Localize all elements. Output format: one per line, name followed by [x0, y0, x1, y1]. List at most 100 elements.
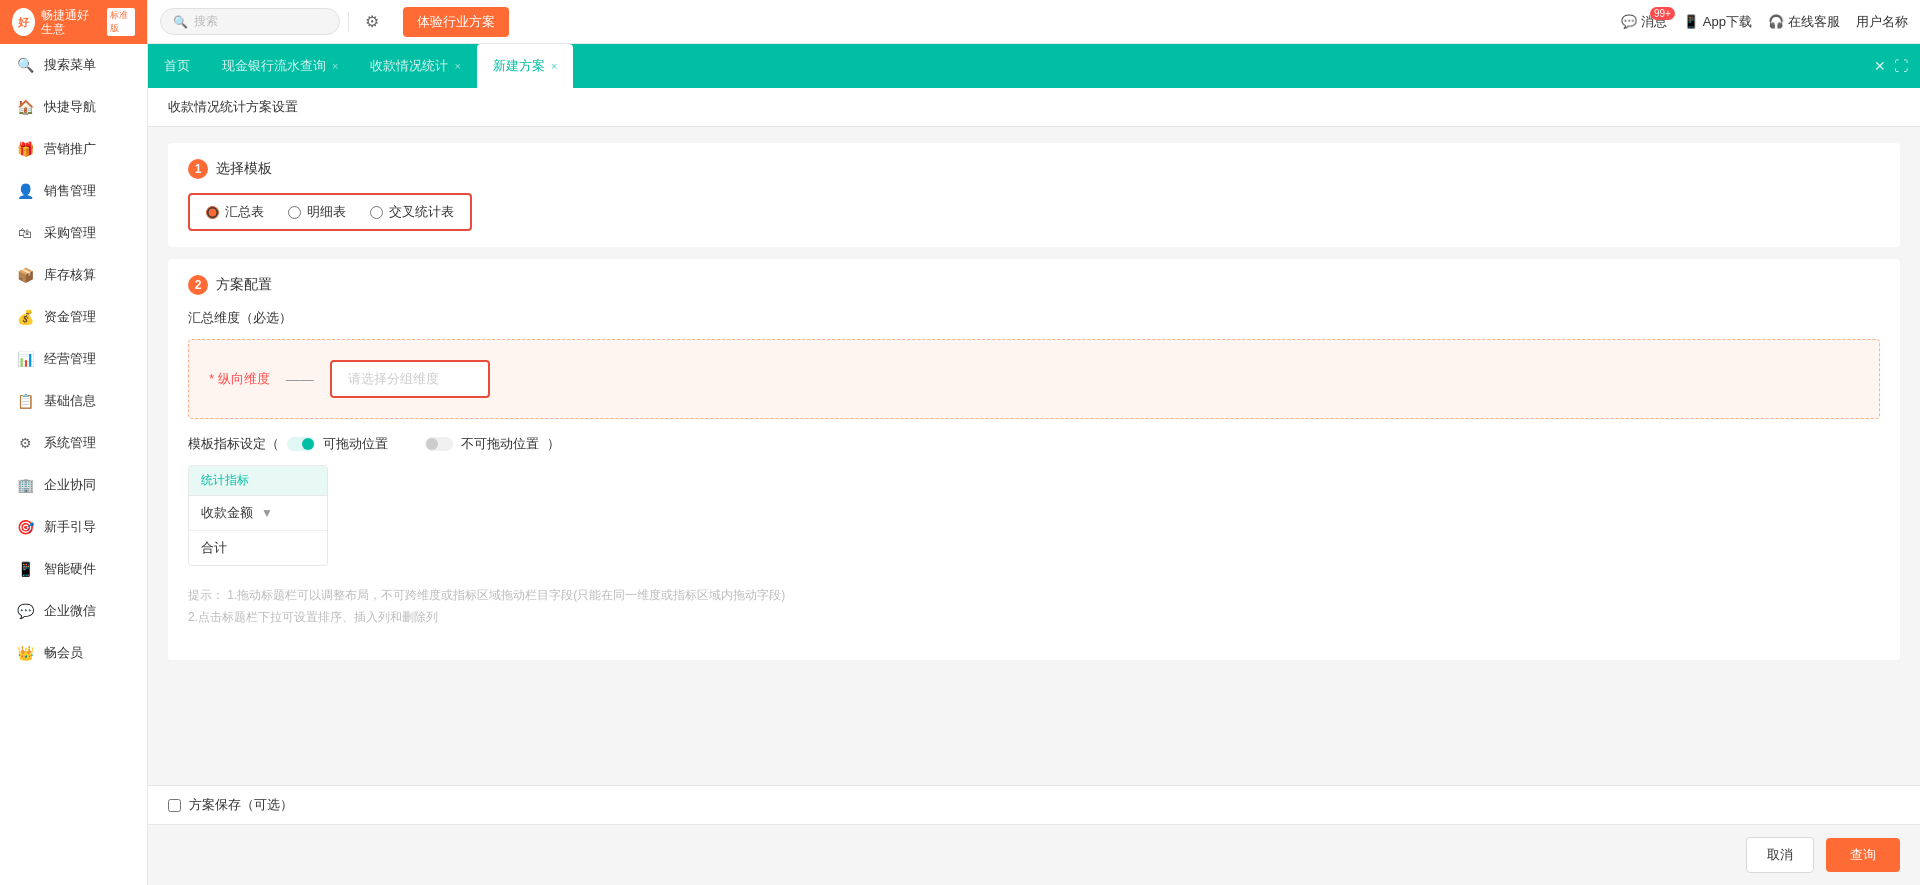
tab-collection-stat[interactable]: 收款情况统计 ×	[354, 44, 476, 88]
box-icon: 📦	[16, 266, 34, 284]
sidebar-logo: 好 畅捷通好生意 标准版	[0, 0, 147, 44]
sidebar: 好 畅捷通好生意 标准版 🔍 搜索菜单 🏠 快捷导航 🎁 营销推广 👤 销售管理…	[0, 0, 148, 885]
metrics-dropdown-btn[interactable]: ▼	[261, 506, 273, 520]
gear-icon: ⚙	[16, 434, 34, 452]
service-icon: 🎧	[1768, 14, 1784, 29]
dimension-placeholder: 请选择分组维度	[348, 371, 439, 386]
footer-actions: 取消 查询	[148, 824, 1920, 885]
tab-home[interactable]: 首页	[148, 44, 206, 88]
radio-detail[interactable]	[288, 206, 301, 219]
sidebar-item-wechat[interactable]: 💬 企业微信	[0, 590, 147, 632]
save-label[interactable]: 方案保存（可选）	[189, 796, 293, 814]
building-icon: 🏢	[16, 476, 34, 494]
sidebar-item-label: 搜索菜单	[44, 56, 96, 74]
tip-1: 提示： 1.拖动标题栏可以调整布局，不可跨维度或指标区域拖动栏目字段(只能在同一…	[188, 585, 1880, 607]
sidebar-item-member[interactable]: 👑 畅会员	[0, 632, 147, 674]
section1-header: 1 选择模板	[188, 159, 1880, 179]
query-button[interactable]: 查询	[1826, 838, 1900, 872]
target-icon: 🎯	[16, 518, 34, 536]
sidebar-item-smart-hw[interactable]: 📱 智能硬件	[0, 548, 147, 590]
chart-icon: 📊	[16, 350, 34, 368]
section-template: 1 选择模板 汇总表 明细表 交叉统计表	[168, 143, 1900, 247]
tab-new-plan-label: 新建方案	[493, 57, 545, 75]
search-placeholder: 搜索	[194, 13, 218, 30]
main-area: 🔍 搜索 ⚙ 体验行业方案 💬 消息 99+ 📱 App下载 🎧 在线客服 用户…	[148, 0, 1920, 885]
option-detail-label: 明细表	[307, 203, 346, 221]
tab-bank-flow[interactable]: 现金银行流水查询 ×	[206, 44, 354, 88]
logo-badge: 标准版	[107, 8, 135, 36]
section2-title: 方案配置	[216, 276, 272, 294]
metrics-config-label: 模板指标设定（ 可拖动位置 不可拖动位置 ）	[188, 435, 1880, 453]
user-icon: 👤	[16, 182, 34, 200]
settings-btn[interactable]: ⚙	[357, 7, 387, 37]
tab-collection-stat-close[interactable]: ×	[454, 60, 460, 72]
save-section: 方案保存（可选）	[148, 785, 1920, 824]
mobile-icon: 📱	[16, 560, 34, 578]
download-btn[interactable]: 📱 App下载	[1683, 13, 1752, 31]
option-summary-label: 汇总表	[225, 203, 264, 221]
topbar-divider	[348, 12, 349, 32]
sidebar-item-label: 资金管理	[44, 308, 96, 326]
sidebar-item-system[interactable]: ⚙ 系统管理	[0, 422, 147, 464]
sidebar-item-label: 企业协同	[44, 476, 96, 494]
sidebar-item-label: 智能硬件	[44, 560, 96, 578]
dimension-arrow: ——	[286, 371, 314, 387]
tab-new-plan-close[interactable]: ×	[551, 60, 557, 72]
option-cross[interactable]: 交叉统计表	[370, 203, 454, 221]
sidebar-item-purchase[interactable]: 🛍 采购管理	[0, 212, 147, 254]
user-avatar[interactable]: 用户名称	[1856, 13, 1908, 31]
content-body: 1 选择模板 汇总表 明细表 交叉统计表	[148, 127, 1920, 785]
sidebar-item-label: 销售管理	[44, 182, 96, 200]
topbar: 🔍 搜索 ⚙ 体验行业方案 💬 消息 99+ 📱 App下载 🎧 在线客服 用户…	[148, 0, 1920, 44]
service-btn[interactable]: 🎧 在线客服	[1768, 13, 1840, 31]
dimension-select[interactable]: 请选择分组维度	[330, 360, 490, 398]
sidebar-item-quick-nav[interactable]: 🏠 快捷导航	[0, 86, 147, 128]
metrics-cell-label: 收款金额	[201, 504, 253, 522]
tab-bank-flow-close[interactable]: ×	[332, 60, 338, 72]
tabbar-close-btn[interactable]: ✕	[1874, 58, 1886, 74]
sidebar-item-operation[interactable]: 📊 经营管理	[0, 338, 147, 380]
sidebar-item-enterprise[interactable]: 🏢 企业协同	[0, 464, 147, 506]
cancel-button[interactable]: 取消	[1746, 837, 1814, 873]
sidebar-item-label: 基础信息	[44, 392, 96, 410]
tabbar-maximize-btn[interactable]: ⛶	[1894, 58, 1908, 74]
home-icon: 🏠	[16, 98, 34, 116]
section1-title: 选择模板	[216, 160, 272, 178]
radio-summary[interactable]	[206, 206, 219, 219]
sidebar-item-label: 库存核算	[44, 266, 96, 284]
dimension-area: * 纵向维度 —— 请选择分组维度	[188, 339, 1880, 419]
option-detail[interactable]: 明细表	[288, 203, 346, 221]
message-badge[interactable]: 💬 消息 99+	[1621, 13, 1667, 31]
sidebar-item-basic-info[interactable]: 📋 基础信息	[0, 380, 147, 422]
search-icon-topbar: 🔍	[173, 15, 188, 29]
section2-number: 2	[188, 275, 208, 295]
money-icon: 💰	[16, 308, 34, 326]
message-icon: 💬	[1621, 14, 1637, 29]
sidebar-item-marketing[interactable]: 🎁 营销推广	[0, 128, 147, 170]
page-content: 收款情况统计方案设置 1 选择模板 汇总表 明细表	[148, 88, 1920, 885]
sidebar-item-sales[interactable]: 👤 销售管理	[0, 170, 147, 212]
tabbar: 首页 现金银行流水查询 × 收款情况统计 × 新建方案 × ✕ ⛶	[148, 44, 1920, 88]
metrics-cell-amount[interactable]: 收款金额 ▼	[189, 496, 327, 530]
sidebar-item-guide[interactable]: 🎯 新手引导	[0, 506, 147, 548]
tab-new-plan[interactable]: 新建方案 ×	[477, 44, 573, 88]
logo-text: 畅捷通好生意	[41, 8, 101, 37]
sidebar-item-finance[interactable]: 💰 资金管理	[0, 296, 147, 338]
save-checkbox[interactable]	[168, 799, 181, 812]
radio-cross[interactable]	[370, 206, 383, 219]
sidebar-item-label: 采购管理	[44, 224, 96, 242]
sidebar-item-search-menu[interactable]: 🔍 搜索菜单	[0, 44, 147, 86]
metrics-sep	[400, 435, 413, 453]
service-label: 在线客服	[1788, 13, 1840, 31]
section2-header: 2 方案配置	[188, 275, 1880, 295]
content-header: 收款情况统计方案设置	[148, 88, 1920, 127]
drag-indicator	[287, 437, 315, 451]
metrics-table: 统计指标 收款金额 ▼ 合计	[188, 465, 328, 566]
option-summary[interactable]: 汇总表	[206, 203, 264, 221]
topbar-search[interactable]: 🔍 搜索	[160, 8, 340, 35]
download-label: App下载	[1703, 13, 1752, 31]
industry-btn[interactable]: 体验行业方案	[403, 7, 509, 37]
metrics-table-header: 统计指标	[189, 466, 327, 496]
option-cross-label: 交叉统计表	[389, 203, 454, 221]
sidebar-item-inventory[interactable]: 📦 库存核算	[0, 254, 147, 296]
